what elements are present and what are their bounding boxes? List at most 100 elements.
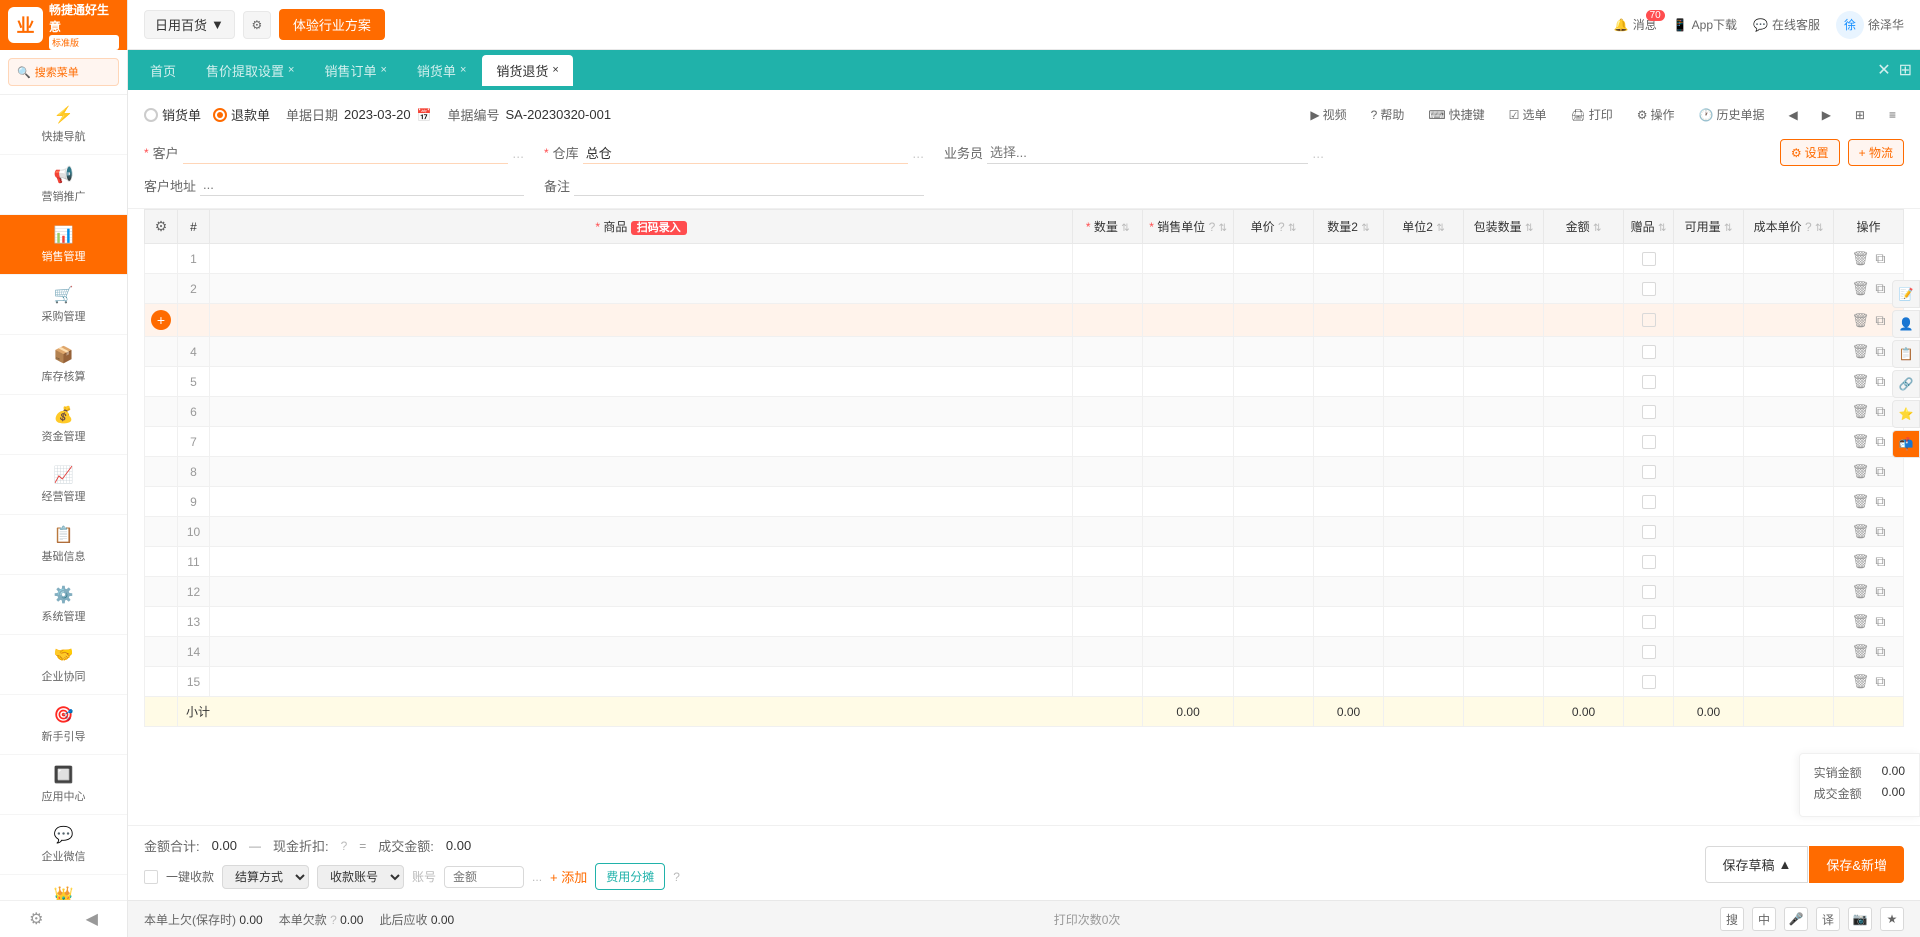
row-avail-2[interactable] (1674, 274, 1744, 304)
select-button[interactable]: ☑ 选单 (1501, 102, 1555, 127)
staff-input[interactable] (987, 142, 1308, 164)
sidebar-item-wechat[interactable]: 💬 企业微信 (0, 815, 127, 875)
delete-row-2[interactable]: 🗑 (1852, 280, 1870, 297)
row-price-1[interactable] (1234, 244, 1314, 274)
app-download-button[interactable]: 📱 App下载 (1673, 16, 1737, 33)
gift-checkbox[interactable] (1642, 675, 1656, 689)
search-menu-button[interactable]: 🔍 搜索菜单 (8, 58, 119, 86)
address-input[interactable] (200, 174, 524, 196)
copy-row-2[interactable]: ⧉ (1875, 280, 1885, 297)
history-button[interactable]: 🕐 历史单据 (1690, 102, 1772, 127)
delete-row[interactable]: 🗑 (1852, 403, 1870, 420)
gift-checkbox-2[interactable] (1642, 282, 1656, 296)
gift-checkbox[interactable] (1642, 375, 1656, 389)
gift-checkbox-1[interactable] (1642, 252, 1656, 266)
sidebar-item-basic-info[interactable]: 📋 基础信息 (0, 515, 127, 575)
product-input-3[interactable] (216, 313, 1066, 327)
warehouse-input[interactable] (583, 142, 909, 164)
topbar-settings-button[interactable]: ⚙ (243, 11, 271, 39)
quick-action-4[interactable]: 🔗 (1892, 370, 1920, 398)
gift-checkbox[interactable] (1642, 585, 1656, 599)
tab-more-button[interactable]: ⊞ (1899, 60, 1912, 80)
price-help-icon[interactable]: ? (1278, 220, 1285, 234)
sidebar-item-marketing[interactable]: 📢 营销推广 (0, 155, 127, 215)
row-qty2-2[interactable] (1314, 274, 1384, 304)
tab-sale-order-close[interactable]: × (380, 64, 386, 76)
row-price-2[interactable] (1234, 274, 1314, 304)
tab-sale-order[interactable]: 销售订单 × (310, 55, 400, 86)
row-product-3[interactable] (210, 304, 1073, 337)
trial-button[interactable]: 体验行业方案 (279, 9, 385, 40)
sidebar-item-app-center[interactable]: 🔲 应用中心 (0, 755, 127, 815)
delete-row[interactable]: 🗑 (1852, 643, 1870, 660)
cost-help-icon[interactable]: ? (1805, 220, 1812, 234)
scan-badge[interactable]: 扫码录入 (631, 221, 687, 235)
gift-checkbox[interactable] (1642, 555, 1656, 569)
sidebar-item-operations[interactable]: 📈 经营管理 (0, 455, 127, 515)
table-settings-button[interactable]: ⚙ (155, 218, 168, 235)
add-payment-button[interactable]: + 添加 (550, 867, 587, 886)
delete-row[interactable]: 🗑 (1852, 463, 1870, 480)
grid-view-button[interactable]: ⊞ (1847, 104, 1873, 126)
delete-row[interactable]: 🗑 (1852, 553, 1870, 570)
delete-row[interactable]: 🗑 (1852, 613, 1870, 630)
fee-help-icon[interactable]: ? (673, 870, 680, 884)
gift-checkbox[interactable] (1642, 645, 1656, 659)
row-amount-2[interactable] (1544, 274, 1624, 304)
delete-row[interactable]: 🗑 (1852, 583, 1870, 600)
row-avail-1[interactable] (1674, 244, 1744, 274)
row-cost-2[interactable] (1744, 274, 1834, 304)
tab-sale-return[interactable]: 销货退货 × (482, 55, 572, 86)
tab-sale-close[interactable]: × (460, 64, 466, 76)
prev-record-button[interactable]: ◀ (1780, 104, 1805, 126)
quick-action-6[interactable]: 📬 (1892, 430, 1920, 458)
row-amount-1[interactable] (1544, 244, 1624, 274)
add-row-button[interactable]: + (151, 310, 171, 330)
calendar-icon[interactable]: 📅 (417, 108, 432, 122)
logistics-button[interactable]: + 物流 (1848, 139, 1904, 166)
copy-row-1[interactable]: ⧉ (1875, 250, 1885, 267)
customer-input[interactable] (183, 142, 509, 164)
copy-row-3[interactable]: ⧉ (1875, 312, 1885, 329)
user-menu[interactable]: 徐 徐泽华 (1836, 11, 1904, 39)
keyboard-icon[interactable]: 中 (1752, 907, 1776, 931)
tab-sale-return-close[interactable]: × (552, 64, 558, 76)
current-owe-icon[interactable]: ? (330, 913, 337, 927)
shortcut-button[interactable]: ⌨ 快捷键 (1420, 102, 1492, 127)
camera-icon[interactable]: 📷 (1848, 907, 1872, 931)
row-unit-2[interactable] (1143, 274, 1234, 304)
sidebar-item-member[interactable]: 👑 畅会员 (0, 875, 127, 900)
radio-return[interactable]: 退款单 (213, 105, 270, 124)
fee-split-button[interactable]: 费用分摊 (595, 863, 665, 890)
quick-action-3[interactable]: 📋 (1892, 340, 1920, 368)
row-qty-1[interactable] (1073, 244, 1143, 274)
tab-sale-price-close[interactable]: × (288, 64, 294, 76)
translate-icon[interactable]: 译 (1816, 907, 1840, 931)
save-draft-button[interactable]: 保存草稿 ▲ (1705, 846, 1808, 883)
video-button[interactable]: ▶ 视频 (1302, 102, 1354, 127)
copy-row[interactable]: ⧉ (1875, 433, 1885, 450)
tab-sale-price[interactable]: 售价提取设置 × (192, 55, 308, 86)
payment-account-select[interactable]: 收款账号 (317, 865, 404, 889)
sidebar-item-quick-nav[interactable]: ⚡ 快捷导航 (0, 95, 127, 155)
print-button[interactable]: 🖨 打印 (1562, 102, 1620, 127)
delete-row[interactable]: 🗑 (1852, 343, 1870, 360)
row-pkgqty-1[interactable] (1464, 244, 1544, 274)
copy-row[interactable]: ⧉ (1875, 463, 1885, 480)
delete-row[interactable]: 🗑 (1852, 373, 1870, 390)
sougou-icon[interactable]: 搜 (1720, 907, 1744, 931)
sidebar-item-inventory[interactable]: 📦 库存核算 (0, 335, 127, 395)
row-unit-3[interactable] (1143, 304, 1234, 337)
copy-row[interactable]: ⧉ (1875, 643, 1885, 660)
delete-row[interactable]: 🗑 (1852, 493, 1870, 510)
sidebar-item-finance[interactable]: 💰 资金管理 (0, 395, 127, 455)
gift-checkbox[interactable] (1642, 405, 1656, 419)
star-icon[interactable]: ★ (1880, 907, 1904, 931)
delete-row[interactable]: 🗑 (1852, 673, 1870, 690)
copy-row[interactable]: ⧉ (1875, 673, 1885, 690)
row-amount-3[interactable] (1544, 304, 1624, 337)
row-pkgqty-2[interactable] (1464, 274, 1544, 304)
tab-close-all-button[interactable]: ✕ (1877, 60, 1890, 80)
list-view-button[interactable]: ≡ (1881, 104, 1904, 126)
operation-button[interactable]: ⚙ 操作 (1629, 102, 1683, 127)
